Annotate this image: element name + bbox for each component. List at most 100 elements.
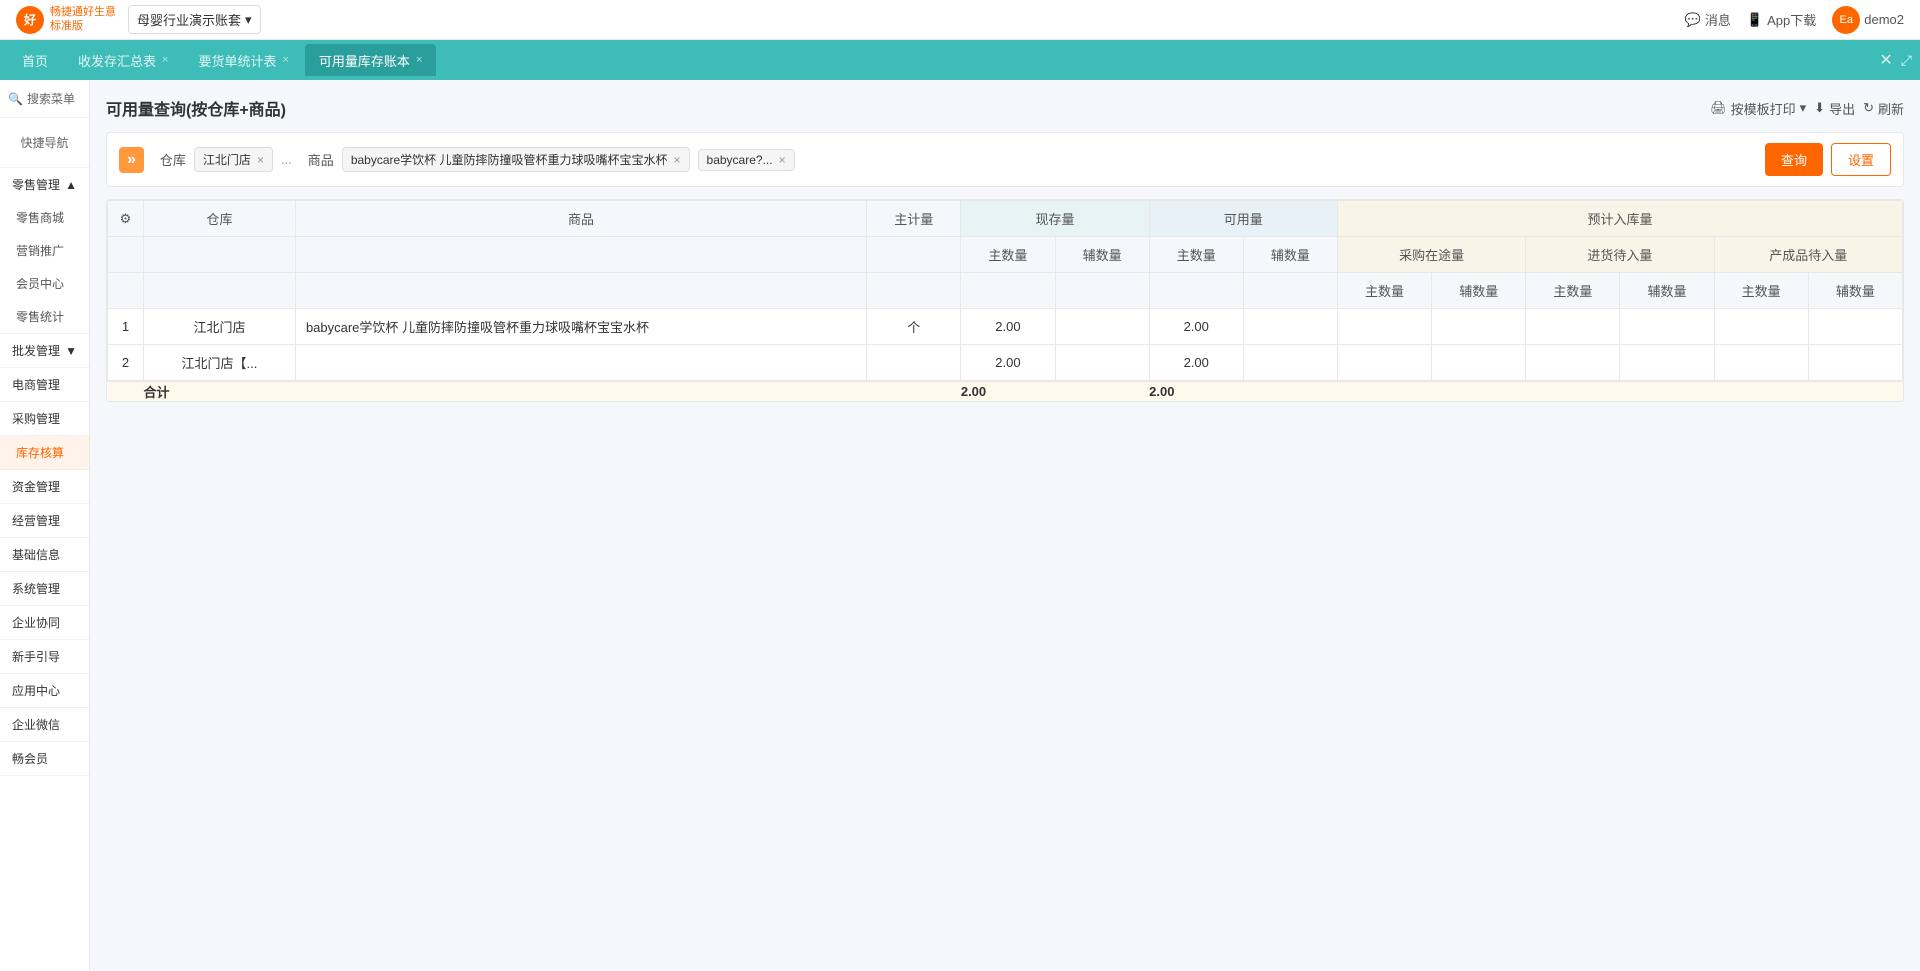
- sidebar-section-retail: 零售管理 ▲ 零售商城 营销推广 会员中心 零售统计: [0, 168, 89, 334]
- col-production-aux-header: 辅数量: [1808, 273, 1902, 309]
- col-settings[interactable]: ⚙: [108, 201, 144, 237]
- row-avail-main: 2.00: [1149, 345, 1243, 382]
- sidebar-section-operations: 经营管理: [0, 504, 89, 538]
- sidebar-wechat-header[interactable]: 企业微信: [0, 708, 89, 741]
- row-purchase-aux: [1432, 345, 1526, 382]
- col-settings-sub2: [108, 273, 144, 309]
- nav-tabs: 首页 收发存汇总表 × 要货单统计表 × 可用量库存账本 × ✕ ⤢: [0, 40, 1920, 80]
- tab-receive-summary[interactable]: 收发存汇总表 ×: [64, 44, 182, 76]
- row-stock-main: 2.00: [961, 309, 1055, 345]
- row-incoming-aux: [1620, 345, 1714, 382]
- footer-label: 合计: [144, 381, 296, 401]
- export-icon: ⬇: [1814, 100, 1825, 116]
- footer-incoming-main: [1526, 381, 1620, 401]
- footer-purchase-aux: [1432, 381, 1526, 401]
- col-avail-main-header: 主数量: [1149, 237, 1243, 273]
- row-stock-aux: [1055, 309, 1149, 345]
- user-profile[interactable]: Ea demo2: [1832, 6, 1904, 34]
- col-settings-sub: [108, 237, 144, 273]
- footer-avail-main: 2.00: [1149, 381, 1243, 401]
- row-production-aux: [1808, 345, 1902, 382]
- sidebar-wholesale-header[interactable]: 批发管理 ▼: [0, 334, 89, 367]
- page-header: 可用量查询(按仓库+商品) 🖨 按模板打印 ▾ ⬇ 导出 ↻ 刷新: [106, 96, 1904, 120]
- sidebar-enterprise-header[interactable]: 企业协同: [0, 606, 89, 639]
- remove-warehouse-icon[interactable]: ×: [257, 153, 264, 167]
- sidebar-section-wholesale: 批发管理 ▼: [0, 334, 89, 368]
- sidebar-ecommerce-header[interactable]: 电商管理: [0, 368, 89, 401]
- sidebar-item-quick-nav[interactable]: 快捷导航: [0, 126, 89, 159]
- sidebar-system-header[interactable]: 系统管理: [0, 572, 89, 605]
- close-tab2-icon[interactable]: ×: [282, 54, 288, 66]
- logo-area: 好 畅捷通好生意 标准版: [16, 6, 116, 34]
- tab-order-stats[interactable]: 要货单统计表 ×: [184, 44, 302, 76]
- expand-icon[interactable]: ⤢: [1901, 52, 1912, 69]
- print-icon: 🖨: [1710, 100, 1727, 116]
- sidebar-item-retail-stats[interactable]: 零售统计: [0, 300, 89, 333]
- row-incoming-main: [1526, 345, 1620, 382]
- footer-stock-aux: [1055, 381, 1149, 401]
- sidebar-item-retail-mall[interactable]: 零售商城: [0, 201, 89, 234]
- sidebar-newuser-header[interactable]: 新手引导: [0, 640, 89, 673]
- logo-text: 畅捷通好生意 标准版: [50, 6, 116, 32]
- warehouse-filter-group: 仓库 江北门店 × ...: [160, 147, 292, 172]
- row-avail-main: 2.00: [1149, 309, 1243, 345]
- sidebar-basic-info-header[interactable]: 基础信息: [0, 538, 89, 571]
- top-bar: 好 畅捷通好生意 标准版 母婴行业演示账套 ▾ 💬 消息 📱 App下载 Ea …: [0, 0, 1920, 40]
- main-layout: 🔍 搜索菜单 快捷导航 零售管理 ▲ 零售商城 营销推广 会员中心 零售统计 批…: [0, 80, 1920, 971]
- org-selector[interactable]: 母婴行业演示账套 ▾: [128, 5, 261, 34]
- arrow-down-icon: ▼: [65, 344, 77, 358]
- close-all-tabs-icon[interactable]: ✕: [1879, 50, 1892, 70]
- message-button[interactable]: 💬 消息: [1685, 10, 1731, 29]
- remove-product2-icon[interactable]: ×: [779, 153, 786, 167]
- refresh-icon: ↻: [1863, 100, 1874, 116]
- sidebar-section-finance: 资金管理: [0, 470, 89, 504]
- col-avail-main-sub: [1149, 273, 1243, 309]
- col-available-header: 可用量: [1149, 201, 1337, 237]
- sidebar-inventory-header[interactable]: 库存核算: [0, 436, 89, 469]
- export-button[interactable]: ⬇ 导出: [1814, 99, 1855, 118]
- close-tab3-icon[interactable]: ×: [416, 54, 422, 66]
- table-row: 2 江北门店【... 2.00 2.00: [108, 345, 1903, 382]
- row-unit: [867, 345, 961, 382]
- sidebar-item-member-center[interactable]: 会员中心: [0, 267, 89, 300]
- row-purchase-main: [1337, 345, 1431, 382]
- sidebar-operations-header[interactable]: 经营管理: [0, 504, 89, 537]
- product-filter-value2[interactable]: babycare?... ×: [698, 149, 795, 171]
- sidebar-item-marketing[interactable]: 营销推广: [0, 234, 89, 267]
- warehouse-filter-value[interactable]: 江北门店 ×: [194, 147, 273, 172]
- row-production-aux: [1808, 309, 1902, 345]
- refresh-button[interactable]: ↻ 刷新: [1863, 99, 1904, 118]
- remove-product1-icon[interactable]: ×: [674, 153, 681, 167]
- sidebar-retail-header[interactable]: 零售管理 ▲: [0, 168, 89, 201]
- tab-home[interactable]: 首页: [8, 44, 62, 76]
- row-incoming-aux: [1620, 309, 1714, 345]
- app-download-button[interactable]: 📱 App下载: [1747, 10, 1816, 29]
- template-print-button[interactable]: 🖨 按模板打印 ▾: [1710, 99, 1806, 118]
- sidebar-appcenter-header[interactable]: 应用中心: [0, 674, 89, 707]
- sidebar-member-header[interactable]: 畅会员: [0, 742, 89, 775]
- footer-row: 合计 2.00 2.00: [108, 381, 1903, 401]
- col-production-main-header: 主数量: [1714, 273, 1808, 309]
- tab-available-inventory[interactable]: 可用量库存账本 ×: [305, 44, 436, 76]
- settings-button[interactable]: 设置: [1831, 143, 1891, 176]
- sidebar-finance-header[interactable]: 资金管理: [0, 470, 89, 503]
- sidebar-search[interactable]: 🔍 搜索菜单: [0, 80, 89, 118]
- filter-expand-button[interactable]: »: [119, 147, 144, 173]
- product-filter-group: 商品 babycare学饮杯 儿童防摔防撞吸管杯重力球吸嘴杯宝宝水杯 × bab…: [308, 147, 795, 172]
- logo-icon: 好: [16, 6, 44, 34]
- col-stock-main-sub: [961, 273, 1055, 309]
- col-warehouse-sub2: [144, 273, 296, 309]
- arrow-up-icon: ▲: [65, 178, 77, 192]
- warehouse-more[interactable]: ...: [281, 152, 292, 167]
- footer-empty3: [867, 381, 961, 401]
- col-stock-header: 现存量: [961, 201, 1149, 237]
- col-incoming-aux-header: 辅数量: [1620, 273, 1714, 309]
- top-bar-right: 💬 消息 📱 App下载 Ea demo2: [1685, 6, 1904, 34]
- sidebar-section-newuser: 新手引导: [0, 640, 89, 674]
- col-avail-aux-sub: [1243, 273, 1337, 309]
- sidebar-purchase-header[interactable]: 采购管理: [0, 402, 89, 435]
- query-button[interactable]: 查询: [1765, 143, 1823, 176]
- product-filter-value1[interactable]: babycare学饮杯 儿童防摔防撞吸管杯重力球吸嘴杯宝宝水杯 ×: [342, 147, 690, 172]
- close-tab1-icon[interactable]: ×: [162, 54, 168, 66]
- footer-avail-aux: [1243, 381, 1337, 401]
